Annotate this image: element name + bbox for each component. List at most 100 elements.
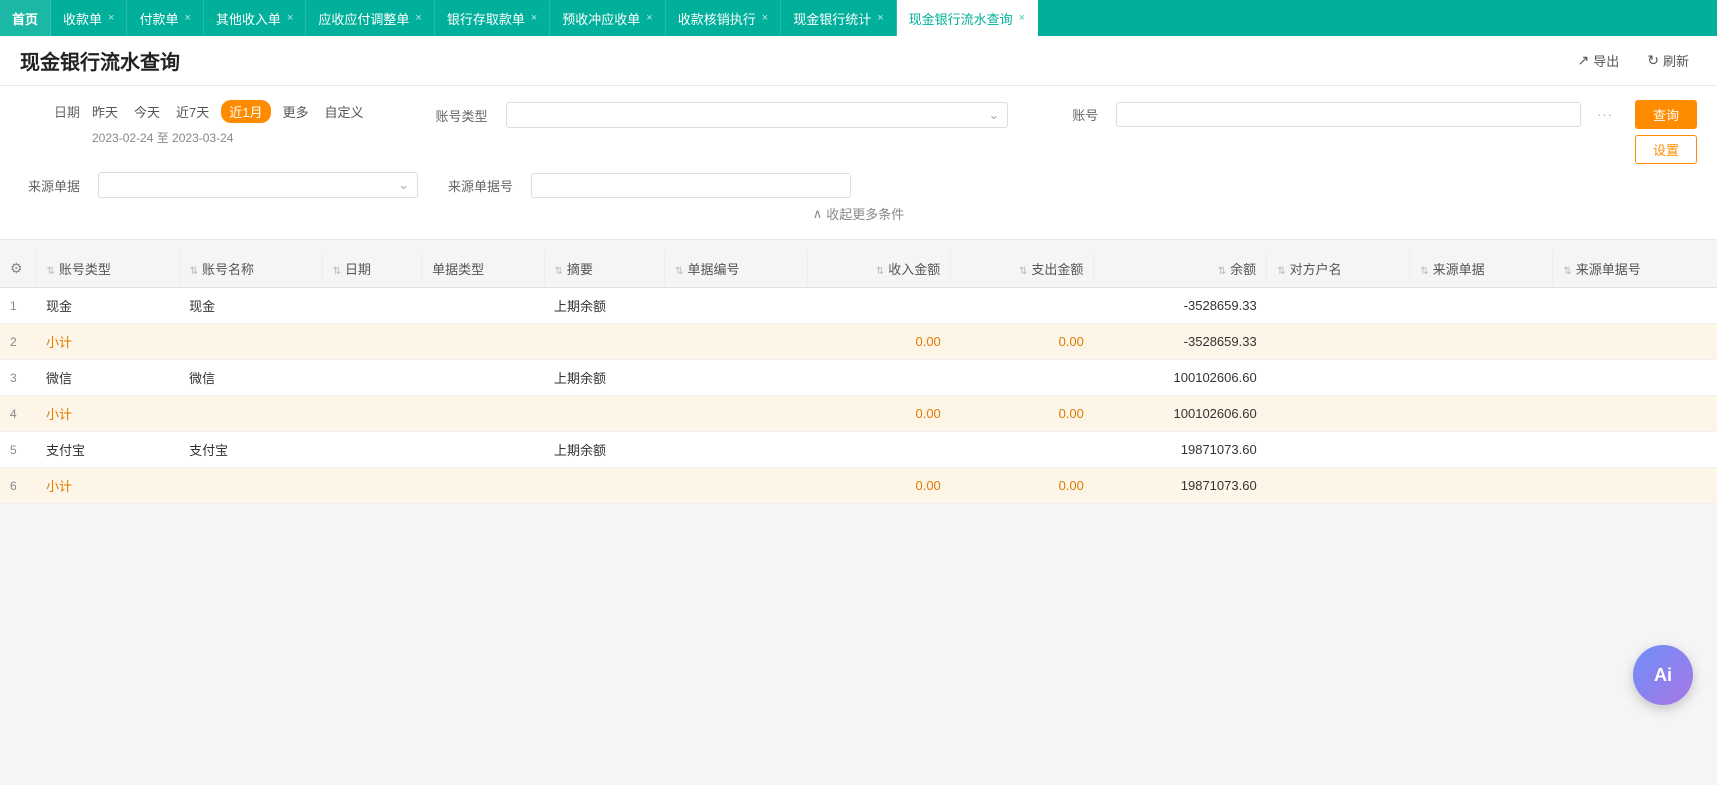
close-icon[interactable]: ×: [1019, 12, 1025, 24]
cell-source-doc_num: [1553, 432, 1717, 468]
table-settings-icon[interactable]: ⚙: [10, 260, 23, 276]
nav-tab-other-income[interactable]: 其他收入单 ×: [204, 0, 306, 36]
account-label: 账号: [1038, 105, 1098, 124]
cell-doc-type: [422, 324, 544, 360]
cell-account-name: [179, 324, 322, 360]
cell-expense: 0.00: [951, 324, 1094, 360]
nav-tab-payments[interactable]: 付款单 ×: [127, 0, 203, 36]
cell-date: [322, 396, 422, 432]
row-number: 1: [0, 288, 36, 324]
col-summary[interactable]: ⇅摘要: [544, 250, 665, 288]
date-shortcut-1month[interactable]: 近1月: [221, 100, 270, 123]
source-doc-num-input[interactable]: [531, 173, 851, 198]
cell-income: 0.00: [808, 468, 951, 504]
cell-balance: 100102606.60: [1094, 396, 1267, 432]
export-button[interactable]: ↗ 导出: [1570, 47, 1628, 74]
row-number: 4: [0, 396, 36, 432]
date-shortcuts: 昨天 今天 近7天 近1月 更多 自定义: [88, 100, 368, 123]
cell-source-doc: [1410, 360, 1553, 396]
cell-source-doc: [1410, 324, 1553, 360]
date-shortcut-7days[interactable]: 近7天: [172, 100, 213, 123]
close-icon[interactable]: ×: [184, 12, 190, 24]
account-input[interactable]: [1116, 102, 1581, 127]
source-doc-select[interactable]: ⌄: [98, 172, 418, 198]
account-more-button[interactable]: ···: [1591, 107, 1619, 122]
col-source-doc-num[interactable]: ⇅来源单据号: [1553, 250, 1717, 288]
nav-tab-ar-ap-adjust[interactable]: 应收应付调整单 ×: [306, 0, 434, 36]
nav-tab-prepay-offset[interactable]: 预收冲应收单 ×: [550, 0, 665, 36]
top-nav: 首页 收款单 × 付款单 × 其他收入单 × 应收应付调整单 × 银行存取款单 …: [0, 0, 1717, 36]
nav-tab-receipts[interactable]: 收款单 ×: [51, 0, 127, 36]
account-type-select[interactable]: ⌄: [506, 102, 1009, 128]
table-row: 5支付宝支付宝上期余额19871073.60: [0, 432, 1717, 468]
date-shortcut-yesterday[interactable]: 昨天: [88, 100, 122, 123]
ai-assistant-button[interactable]: Ai: [1633, 645, 1693, 705]
date-shortcut-more[interactable]: 更多: [279, 100, 313, 123]
chevron-down-icon: ⌄: [398, 177, 409, 193]
cell-source-doc: [1410, 396, 1553, 432]
cell-doc-type: [422, 468, 544, 504]
col-source-doc[interactable]: ⇅来源单据: [1410, 250, 1553, 288]
cell-counterparty: [1267, 360, 1410, 396]
cell-summary: [544, 468, 665, 504]
close-icon[interactable]: ×: [415, 12, 421, 24]
cell-income: [808, 432, 951, 468]
col-doc-number[interactable]: ⇅单据编号: [665, 250, 808, 288]
cell-expense: [951, 432, 1094, 468]
sort-icon: ⇅: [876, 266, 884, 277]
action-buttons: 查询 设置: [1635, 100, 1697, 164]
date-range-display: 2023-02-24 至 2023-03-24: [92, 131, 233, 145]
cell-counterparty: [1267, 396, 1410, 432]
close-icon[interactable]: ×: [531, 12, 537, 24]
col-expense[interactable]: ⇅支出金额: [951, 250, 1094, 288]
cell-doc-type: [422, 288, 544, 324]
table-row: 2小计0.000.00-3528659.33: [0, 324, 1717, 360]
cell-source-doc_num: [1553, 468, 1717, 504]
nav-tab-receipt-verify[interactable]: 收款核销执行 ×: [666, 0, 781, 36]
cell-account-type: 微信: [36, 360, 179, 396]
col-account-type[interactable]: ⇅账号类型: [36, 250, 179, 288]
close-icon[interactable]: ×: [287, 12, 293, 24]
cell-income: [808, 360, 951, 396]
col-date[interactable]: ⇅日期: [322, 250, 422, 288]
filter-section: 日期 昨天 今天 近7天 近1月 更多 自定义 2023-02-24 至 202…: [0, 86, 1717, 240]
account-type-label: 账号类型: [428, 106, 488, 125]
cell-counterparty: [1267, 432, 1410, 468]
cell-expense: 0.00: [951, 468, 1094, 504]
table-row: 6小计0.000.0019871073.60: [0, 468, 1717, 504]
cell-expense: 0.00: [951, 396, 1094, 432]
sort-icon: ⇅: [1019, 266, 1027, 277]
nav-tab-bank-deposit[interactable]: 银行存取款单 ×: [435, 0, 550, 36]
col-balance[interactable]: ⇅余额: [1094, 250, 1267, 288]
close-icon[interactable]: ×: [108, 12, 114, 24]
close-icon[interactable]: ×: [762, 12, 768, 24]
nav-tab-cash-bank-stats[interactable]: 现金银行统计 ×: [781, 0, 896, 36]
close-icon[interactable]: ×: [646, 12, 652, 24]
close-icon[interactable]: ×: [877, 12, 883, 24]
refresh-button[interactable]: ↻ 刷新: [1639, 47, 1697, 74]
cell-doc-number: [665, 468, 808, 504]
table-row: 4小计0.000.00100102606.60: [0, 396, 1717, 432]
table-header-row: ⚙ ⇅账号类型 ⇅账号名称 ⇅日期 单据类型 ⇅摘要 ⇅单据编号: [0, 250, 1717, 288]
sort-icon: ⇅: [47, 266, 55, 277]
col-counterparty[interactable]: ⇅对方户名: [1267, 250, 1410, 288]
cell-income: 0.00: [808, 324, 951, 360]
nav-home[interactable]: 首页: [0, 0, 51, 36]
cell-summary: 上期余额: [544, 432, 665, 468]
date-shortcut-today[interactable]: 今天: [130, 100, 164, 123]
col-account-name[interactable]: ⇅账号名称: [179, 250, 322, 288]
table-row: 3微信微信上期余额100102606.60: [0, 360, 1717, 396]
col-gear: ⚙: [0, 250, 36, 288]
date-shortcut-custom[interactable]: 自定义: [321, 100, 368, 123]
nav-tab-cash-flow-query[interactable]: 现金银行流水查询 ×: [897, 0, 1038, 36]
cell-summary: [544, 324, 665, 360]
cell-doc-type: [422, 432, 544, 468]
query-button[interactable]: 查询: [1635, 100, 1697, 129]
col-doc-type[interactable]: 单据类型: [422, 250, 544, 288]
cell-date: [322, 288, 422, 324]
page-title: 现金银行流水查询: [20, 46, 180, 75]
collapse-conditions-button[interactable]: ∧ 收起更多条件: [20, 198, 1697, 225]
settings-button[interactable]: 设置: [1635, 135, 1697, 164]
cell-summary: 上期余额: [544, 360, 665, 396]
col-income[interactable]: ⇅收入金额: [808, 250, 951, 288]
